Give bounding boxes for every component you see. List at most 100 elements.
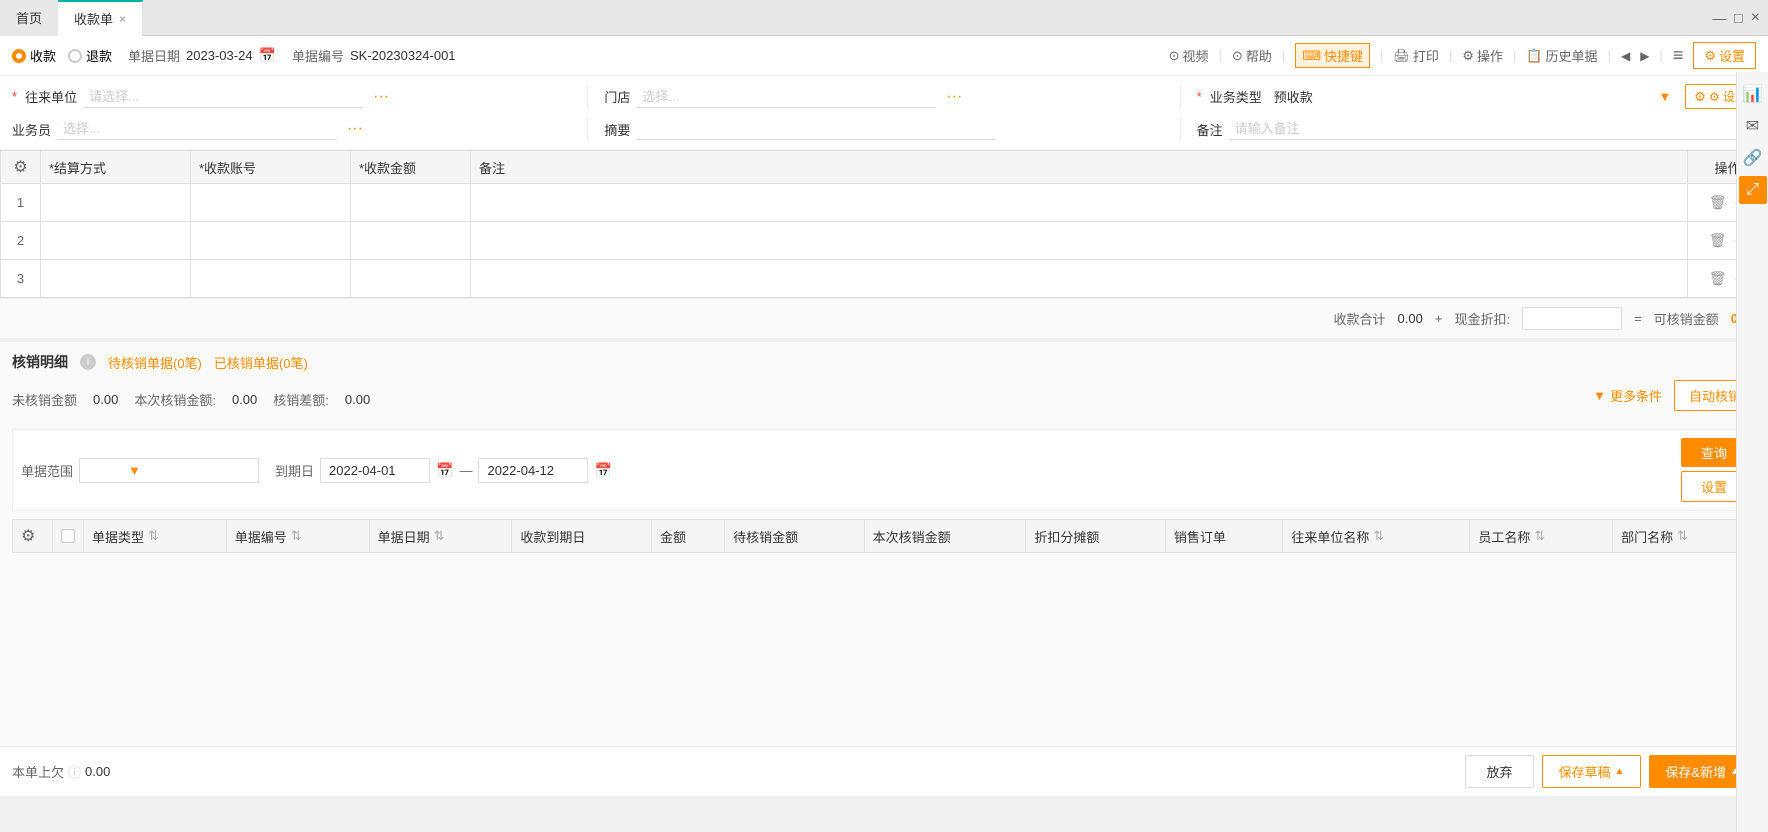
- menu-icon[interactable]: ≡: [1673, 45, 1684, 66]
- method-cell[interactable]: [41, 184, 191, 222]
- date-from-input[interactable]: [320, 458, 430, 483]
- window-close-icon[interactable]: ×: [1751, 9, 1760, 27]
- bottom-col-type: 单据类型 ⇅: [84, 520, 227, 553]
- partner-more-icon[interactable]: ···: [373, 88, 389, 106]
- bottom-table: ⚙ 单据类型 ⇅ 单据编号 ⇅: [12, 519, 1756, 553]
- staff-input[interactable]: [57, 118, 337, 140]
- abandon-button[interactable]: 放弃: [1465, 755, 1533, 788]
- bottom-col-number: 单据编号 ⇅: [226, 520, 369, 553]
- remark-input[interactable]: [1229, 118, 1756, 140]
- bottom-col-checkbox: [53, 520, 84, 553]
- table-row: 1 🗑 ⊕: [1, 184, 1768, 222]
- col-amount-header: *收款金额: [351, 151, 471, 184]
- account-cell[interactable]: [191, 260, 351, 298]
- range-select[interactable]: ▼: [79, 458, 259, 483]
- row-delete-icon[interactable]: 🗑: [1709, 232, 1727, 249]
- calendar-icon[interactable]: 📅: [259, 47, 276, 64]
- method-cell[interactable]: [41, 222, 191, 260]
- save-draft-button[interactable]: 保存草稿 ▲: [1542, 755, 1642, 788]
- row-delete-icon[interactable]: 🗑: [1709, 194, 1727, 211]
- method-cell[interactable]: [41, 260, 191, 298]
- right-sidebar: 📊 ✉ 🔗 ⤢: [1736, 72, 1768, 832]
- window-min-icon[interactable]: —: [1712, 10, 1726, 26]
- sidebar-expand-icon[interactable]: ⤢: [1739, 176, 1767, 204]
- bottom-bar: 本单上欠 ⓘ 0.00 放弃 保存草稿 ▲ 保存&新增 ▲: [0, 746, 1768, 796]
- row-num-cell: 1: [1, 184, 41, 222]
- toolbar-date-field: 单据日期 2023-03-24 📅: [128, 46, 276, 65]
- amount-cell[interactable]: [351, 222, 471, 260]
- remark-cell[interactable]: [471, 260, 1688, 298]
- settings-top-button[interactable]: ⚙设置: [1693, 42, 1756, 69]
- store-input[interactable]: [636, 86, 936, 108]
- video-button[interactable]: ⊙视频: [1169, 46, 1209, 65]
- abstract-input[interactable]: [636, 118, 996, 140]
- tab-home[interactable]: 首页: [0, 0, 58, 36]
- remark-field: 备注: [1197, 118, 1756, 140]
- nav-right-icon[interactable]: ▶: [1640, 49, 1649, 63]
- bottom-settings-gear[interactable]: ⚙: [21, 528, 35, 545]
- partner-input[interactable]: [83, 86, 363, 108]
- date-to-input[interactable]: [478, 458, 588, 483]
- bottom-col-dept: 部门名称 ⇅: [1613, 520, 1756, 553]
- bottom-col-settings: ⚙: [13, 520, 53, 553]
- print-button[interactable]: 🖨打印: [1393, 46, 1439, 65]
- staff-more-icon[interactable]: ···: [347, 120, 363, 138]
- done-tab-link[interactable]: 已核销单据(0笔): [214, 353, 308, 372]
- bottom-col-pending: 待核销金额: [725, 520, 865, 553]
- row-delete-icon[interactable]: 🗑: [1709, 270, 1727, 287]
- row-num-cell: 2: [1, 222, 41, 260]
- bottom-col-sales-order: 销售订单: [1165, 520, 1282, 553]
- amount-cell[interactable]: [351, 184, 471, 222]
- biz-type-field: * 业务类型 预收款 ▼ ⚙ ⚙ 设置: [1197, 84, 1756, 109]
- divider-4: [1180, 117, 1181, 141]
- remark-cell[interactable]: [471, 222, 1688, 260]
- remark-cell[interactable]: [471, 184, 1688, 222]
- main-wrapper: 收款 退款 单据日期 2023-03-24 📅 单据编号 SK-20230324…: [0, 36, 1768, 796]
- more-conditions-button[interactable]: ▼更多条件: [1593, 386, 1662, 405]
- summary-row: 收款合计 0.00 + 现金折扣: = 可核销金额 0.00: [0, 298, 1768, 338]
- radio-refund[interactable]: 退款: [68, 46, 112, 65]
- date-to-calendar-icon[interactable]: 📅: [594, 462, 611, 479]
- discount-input[interactable]: [1522, 307, 1622, 330]
- store-more-icon[interactable]: ···: [946, 88, 962, 106]
- account-cell[interactable]: [191, 222, 351, 260]
- radio-receive[interactable]: 收款: [12, 46, 56, 65]
- sidebar-attachment-icon[interactable]: 🔗: [1739, 144, 1767, 172]
- toolbar-right: ⊙视频 | ⊙帮助 | ⌨快捷键 | 🖨打印 | ⚙操作 | 📋历史单据 |: [1169, 42, 1756, 69]
- gear-icon: ⚙: [1694, 89, 1706, 105]
- filter-row: 单据范围 ▼ 到期日 📅 — 📅 查询 设置: [12, 429, 1756, 511]
- radio-refund-dot: [68, 49, 82, 63]
- radio-receive-dot: [12, 49, 26, 63]
- divider-2: [1180, 85, 1181, 109]
- select-all-checkbox[interactable]: [61, 529, 75, 543]
- col-remark-header: 备注: [471, 151, 1688, 184]
- history-button[interactable]: 📋历史单据: [1526, 46, 1597, 65]
- table-settings-gear[interactable]: ⚙: [13, 159, 27, 176]
- date-from-calendar-icon[interactable]: 📅: [436, 462, 453, 479]
- bottom-info: 本单上欠 ⓘ 0.00: [12, 762, 110, 781]
- account-cell[interactable]: [191, 184, 351, 222]
- tab-close-icon[interactable]: ×: [119, 12, 126, 26]
- pending-tab-link[interactable]: 待核销单据(0笔): [108, 353, 202, 372]
- amount-cell[interactable]: [351, 260, 471, 298]
- writeoff-header: 核销明细 i 待核销单据(0笔) 已核销单据(0笔): [12, 352, 1756, 372]
- save-draft-arrow-icon: ▲: [1615, 766, 1625, 777]
- help-button[interactable]: ⊙帮助: [1232, 46, 1272, 65]
- window-max-icon[interactable]: □: [1734, 10, 1742, 26]
- shortcut-button[interactable]: ⌨快捷键: [1295, 43, 1370, 68]
- sidebar-email-icon[interactable]: ✉: [1739, 112, 1767, 140]
- sidebar-table-icon[interactable]: 📊: [1739, 80, 1767, 108]
- bottom-col-staff: 员工名称 ⇅: [1470, 520, 1613, 553]
- tab-active[interactable]: 收款单 ×: [58, 0, 143, 36]
- operate-button[interactable]: ⚙操作: [1462, 46, 1503, 65]
- nav-left-icon[interactable]: ◀: [1621, 49, 1630, 63]
- tab-bar-right: — □ ×: [1712, 9, 1768, 27]
- top-toolbar: 收款 退款 单据日期 2023-03-24 📅 单据编号 SK-20230324…: [0, 36, 1768, 76]
- row-num-cell: 3: [1, 260, 41, 298]
- bottom-info-icon[interactable]: ⓘ: [68, 762, 81, 781]
- writeoff-info-icon[interactable]: i: [80, 354, 96, 370]
- table-row: 2 🗑 ⊕: [1, 222, 1768, 260]
- writeoff-section: 核销明细 i 待核销单据(0笔) 已核销单据(0笔) 未核销金额 0.00 本次…: [0, 338, 1768, 796]
- toolbar-number-field: 单据编号 SK-20230324-001: [292, 46, 456, 65]
- form-area: * 往来单位 ··· 门店 ··· * 业务类型 预收款 ▼ ⚙: [0, 76, 1768, 150]
